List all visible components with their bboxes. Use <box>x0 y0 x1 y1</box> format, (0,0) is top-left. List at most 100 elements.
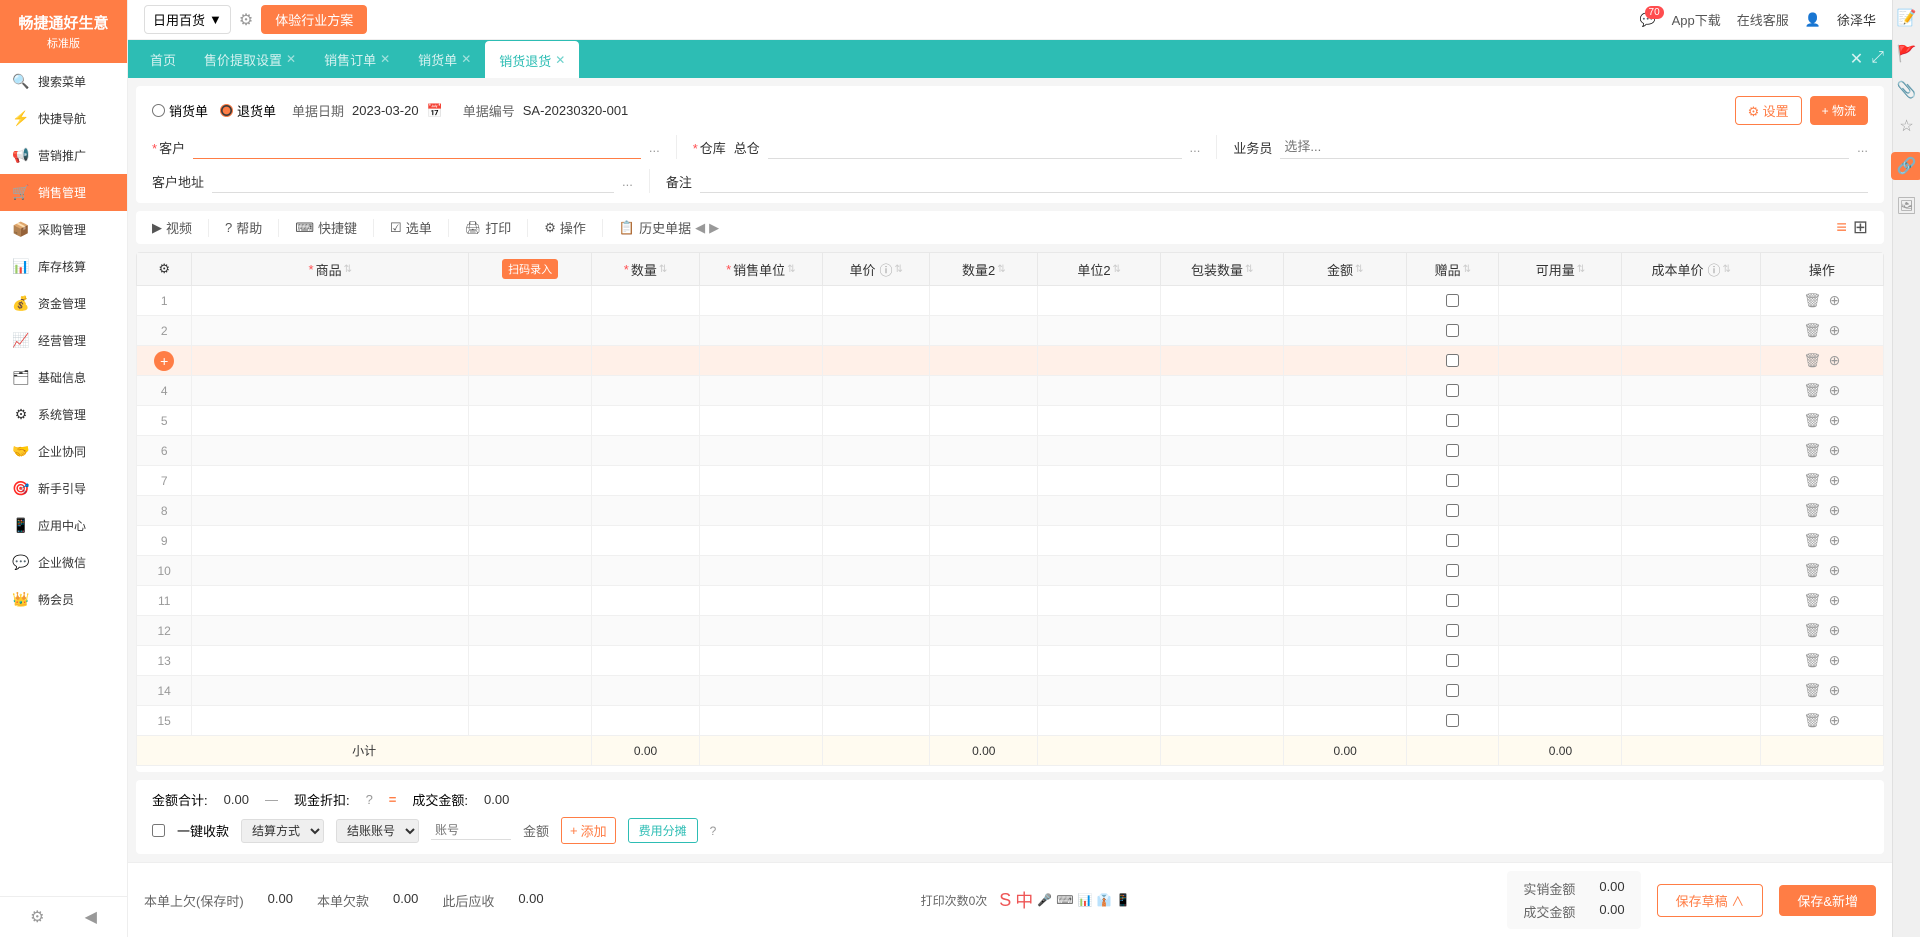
tab-sale-order[interactable]: 销售订单 ✕ <box>310 40 404 78</box>
product-cell-6[interactable] <box>192 436 469 466</box>
gift-checkbox-2[interactable] <box>1446 324 1459 337</box>
product-input-1[interactable] <box>196 294 464 308</box>
amount-cell-6[interactable] <box>1284 436 1407 466</box>
qty2-cell-12[interactable] <box>930 616 1038 646</box>
price-cell-6[interactable] <box>822 436 930 466</box>
logistics-btn[interactable]: + 物流 <box>1810 96 1868 125</box>
price-cell-8[interactable] <box>822 496 930 526</box>
product-cell-4[interactable] <box>192 376 469 406</box>
fee-split-btn[interactable]: 费用分摊 <box>628 818 698 843</box>
save-draft-btn[interactable]: 保存草稿 ∧ <box>1657 884 1764 917</box>
sidebar-item-finance[interactable]: 💰资金管理 <box>0 285 127 322</box>
amount-cell-13[interactable] <box>1284 646 1407 676</box>
tab-sale-return-close[interactable]: ✕ <box>555 53 565 67</box>
product-input-2[interactable] <box>196 324 464 338</box>
unit2-cell-3[interactable] <box>1038 346 1161 376</box>
pack-cell-7[interactable] <box>1161 466 1284 496</box>
delete-row-btn-10[interactable]: 🗑 <box>1802 560 1824 581</box>
account-method-select[interactable]: 结账账号 <box>336 819 419 843</box>
cost-cell-4[interactable] <box>1622 376 1760 406</box>
pack-cell-8[interactable] <box>1161 496 1284 526</box>
cost-cell-11[interactable] <box>1622 586 1760 616</box>
cost-cell-12[interactable] <box>1622 616 1760 646</box>
copy-row-btn-3[interactable]: ⊕ <box>1827 350 1843 371</box>
th-amount-sort[interactable]: ⇅ <box>1355 264 1363 275</box>
unit-cell-11[interactable] <box>699 586 822 616</box>
product-input-11[interactable] <box>196 594 464 608</box>
settings-gear-icon[interactable]: ⚙ <box>239 10 253 30</box>
th-settings[interactable]: ⚙ <box>137 253 192 286</box>
one-click-payment-checkbox[interactable] <box>152 824 165 837</box>
expand-icon[interactable]: ⤢ <box>1871 49 1884 69</box>
unit2-cell-13[interactable] <box>1038 646 1161 676</box>
grid-view-btn[interactable]: ⊞ <box>1853 217 1868 238</box>
th-pack-sort[interactable]: ⇅ <box>1245 264 1253 275</box>
unit-cell-4[interactable] <box>699 376 822 406</box>
sidebar-item-enterprise[interactable]: 🤝企业协同 <box>0 433 127 470</box>
copy-row-btn-6[interactable]: ⊕ <box>1827 440 1843 461</box>
qty2-cell-1[interactable] <box>930 286 1038 316</box>
rs-attachment-icon[interactable]: 📎 <box>1897 80 1917 100</box>
gift-cell-3[interactable] <box>1407 346 1499 376</box>
copy-row-btn-10[interactable]: ⊕ <box>1827 560 1843 581</box>
product-cell-7[interactable] <box>192 466 469 496</box>
amount-cell-9[interactable] <box>1284 526 1407 556</box>
gift-cell-5[interactable] <box>1407 406 1499 436</box>
amount-cell-2[interactable] <box>1284 316 1407 346</box>
copy-row-btn-14[interactable]: ⊕ <box>1827 680 1843 701</box>
unit2-cell-5[interactable] <box>1038 406 1161 436</box>
history-toolbar-item[interactable]: 📋 历史单据 ◀ ▶ <box>619 218 719 237</box>
gift-cell-10[interactable] <box>1407 556 1499 586</box>
price-cell-2[interactable] <box>822 316 930 346</box>
gift-checkbox-4[interactable] <box>1446 384 1459 397</box>
qty-cell-3[interactable] <box>592 346 700 376</box>
select-toolbar-item[interactable]: ☑ 选单 <box>390 218 432 237</box>
discount-help[interactable]: ? <box>366 792 373 807</box>
pack-cell-10[interactable] <box>1161 556 1284 586</box>
product-cell-8[interactable] <box>192 496 469 526</box>
qty-cell-10[interactable] <box>592 556 700 586</box>
qty-cell-4[interactable] <box>592 376 700 406</box>
amount-cell-11[interactable] <box>1284 586 1407 616</box>
collapse-icon[interactable]: ◀ <box>85 907 97 927</box>
delete-row-btn-9[interactable]: 🗑 <box>1802 530 1824 551</box>
avail-cell-5[interactable] <box>1499 406 1622 436</box>
list-view-btn[interactable]: ≡ <box>1836 217 1847 238</box>
product-cell-1[interactable] <box>192 286 469 316</box>
avail-cell-15[interactable] <box>1499 706 1622 736</box>
pack-cell-12[interactable] <box>1161 616 1284 646</box>
pack-cell-1[interactable] <box>1161 286 1284 316</box>
amount-cell-4[interactable] <box>1284 376 1407 406</box>
amount-cell-14[interactable] <box>1284 676 1407 706</box>
price-cell-15[interactable] <box>822 706 930 736</box>
sidebar-item-quick-nav[interactable]: ⚡快捷导航 <box>0 100 127 137</box>
cost-cell-13[interactable] <box>1622 646 1760 676</box>
product-cell-11[interactable] <box>192 586 469 616</box>
qty2-cell-8[interactable] <box>930 496 1038 526</box>
product-cell-2[interactable] <box>192 316 469 346</box>
product-input-9[interactable] <box>196 534 464 548</box>
pack-cell-15[interactable] <box>1161 706 1284 736</box>
qty2-cell-13[interactable] <box>930 646 1038 676</box>
unit-cell-1[interactable] <box>699 286 822 316</box>
avail-cell-12[interactable] <box>1499 616 1622 646</box>
unit-cell-5[interactable] <box>699 406 822 436</box>
qty2-cell-9[interactable] <box>930 526 1038 556</box>
cost-cell-10[interactable] <box>1622 556 1760 586</box>
th-product-sort[interactable]: ⇅ <box>344 264 352 275</box>
th-avail-sort[interactable]: ⇅ <box>1577 264 1585 275</box>
cost-cell-8[interactable] <box>1622 496 1760 526</box>
th-price-sort[interactable]: ⇅ <box>894 264 902 275</box>
gift-cell-8[interactable] <box>1407 496 1499 526</box>
price-cell-14[interactable] <box>822 676 930 706</box>
rs-star-icon[interactable]: ☆ <box>1899 116 1913 136</box>
product-input-15[interactable] <box>196 714 464 728</box>
pack-cell-11[interactable] <box>1161 586 1284 616</box>
copy-row-btn-8[interactable]: ⊕ <box>1827 500 1843 521</box>
delete-row-btn-8[interactable]: 🗑 <box>1802 500 1824 521</box>
gift-checkbox-11[interactable] <box>1446 594 1459 607</box>
return-type-radio[interactable]: 退货单 <box>220 101 276 120</box>
tab-sale-order-close[interactable]: ✕ <box>380 52 390 66</box>
avail-cell-11[interactable] <box>1499 586 1622 616</box>
staff-input[interactable] <box>1280 135 1849 159</box>
